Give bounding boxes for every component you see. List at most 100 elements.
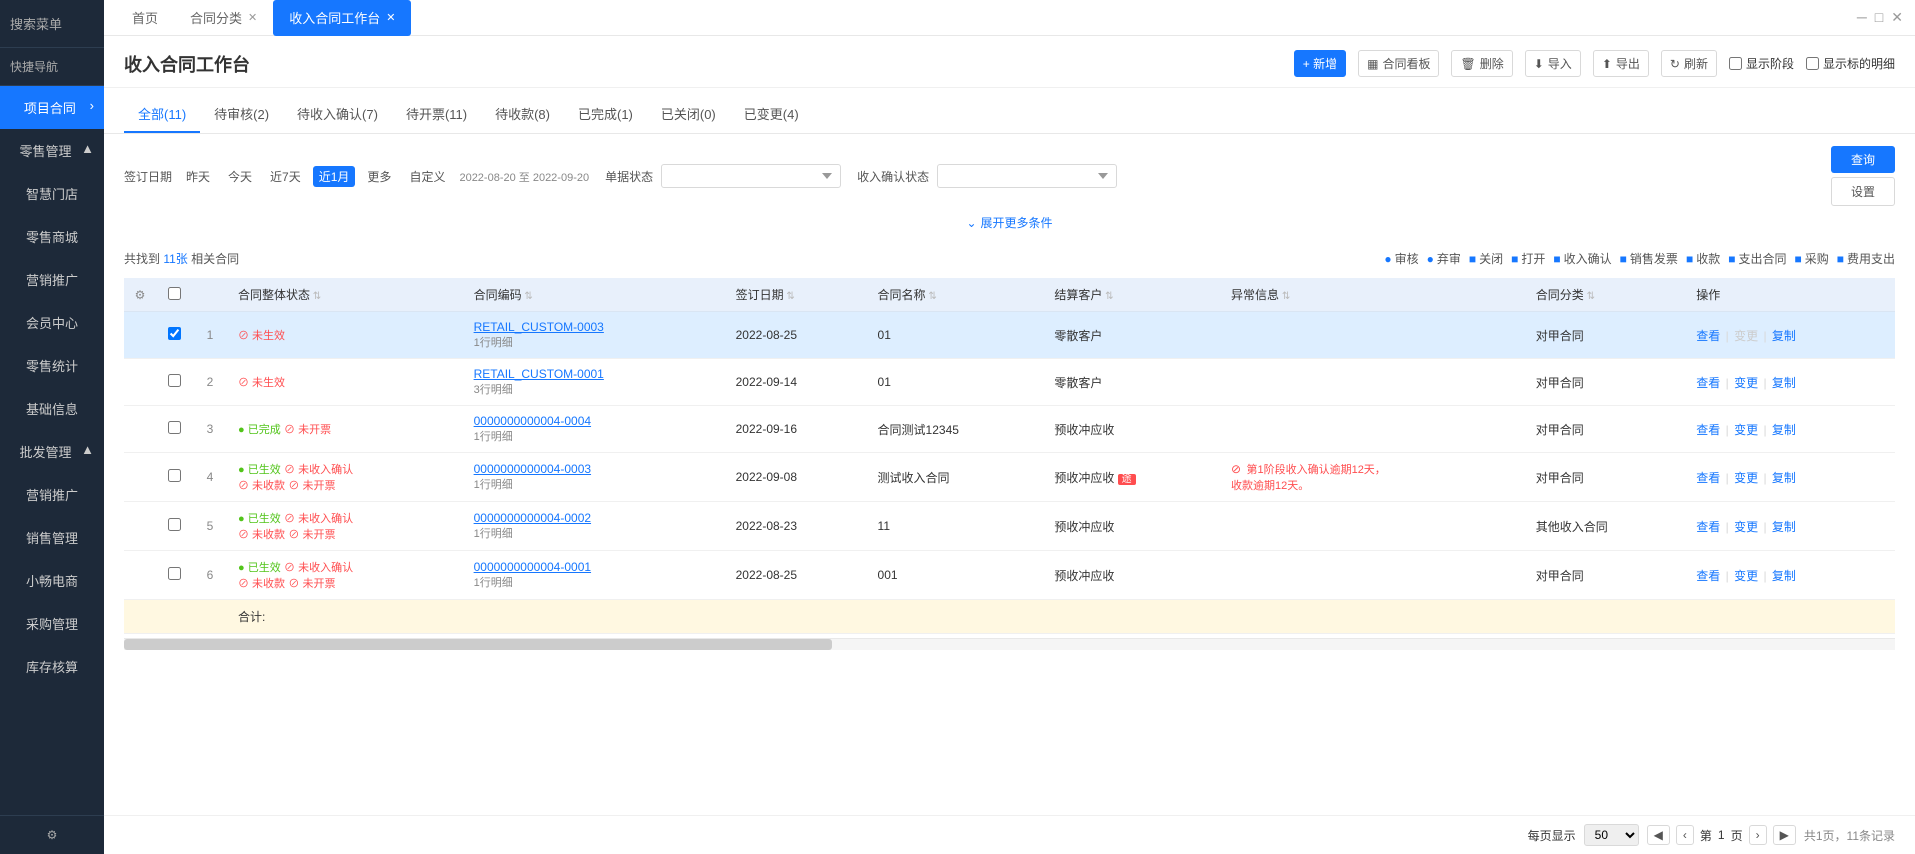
sidebar-item-member[interactable]: 会员中心 — [0, 301, 104, 344]
close-btn[interactable]: ■ 关闭 — [1469, 247, 1503, 270]
scrollbar-thumb[interactable] — [124, 639, 832, 650]
sidebar-item-wholesale[interactable]: 批发管理 ▲ — [0, 430, 104, 473]
date-option-today[interactable]: 今天 — [222, 166, 258, 187]
out-contract-btn[interactable]: ■ 支出合同 — [1728, 247, 1786, 270]
maximize-btn[interactable]: □ — [1875, 9, 1883, 26]
purchase-btn[interactable]: ■ 采购 — [1794, 247, 1828, 270]
expand-conditions-btn[interactable]: ⌄ 展开更多条件 — [966, 214, 1052, 231]
col-code[interactable]: 合同编码 — [464, 278, 726, 312]
date-option-yesterday[interactable]: 昨天 — [180, 166, 216, 187]
col-overall-status[interactable]: 合同整体状态 — [228, 278, 464, 312]
col-contract-type[interactable]: 合同分类 — [1526, 278, 1686, 312]
code-link-1[interactable]: RETAIL_CUSTOM-0003 — [474, 320, 604, 334]
row-check-5[interactable] — [168, 518, 181, 531]
filter-tab-pending-review[interactable]: 待审核(2) — [200, 96, 283, 133]
sidebar-item-retail-mall[interactable]: 零售商城 — [0, 215, 104, 258]
col-checkbox[interactable] — [156, 278, 192, 312]
col-sign-date[interactable]: 签订日期 — [726, 278, 868, 312]
show-stage-checkbox-label[interactable]: 显示阶段 — [1729, 55, 1794, 72]
abandon-btn[interactable]: ● 弃审 — [1427, 247, 1461, 270]
export-button[interactable]: ⬆ 导出 — [1593, 50, 1649, 77]
filter-tab-all[interactable]: 全部(11) — [124, 96, 200, 133]
prev-page-btn[interactable]: ‹ — [1676, 825, 1694, 845]
sales-invoice-btn[interactable]: ■ 销售发票 — [1620, 247, 1678, 270]
tab-income-workbench[interactable]: 收入合同工作台 ✕ — [273, 0, 411, 36]
row-checkbox-4[interactable] — [156, 453, 192, 502]
tab-contract-type[interactable]: 合同分类 ✕ — [174, 0, 273, 36]
query-button[interactable]: 查询 — [1831, 146, 1895, 173]
next-page-btn[interactable]: › — [1749, 825, 1767, 845]
code-link-2[interactable]: RETAIL_CUSTOM-0001 — [474, 367, 604, 381]
col-settings[interactable]: ⚙ — [124, 278, 156, 312]
code-link-6[interactable]: 0000000000004-0001 — [474, 560, 591, 574]
change-btn-5[interactable]: 变更 — [1734, 520, 1758, 534]
code-link-4[interactable]: 0000000000004-0003 — [474, 462, 591, 476]
sidebar-item-xiaochang[interactable]: 小畅电商 — [0, 559, 104, 602]
row-check-4[interactable] — [168, 469, 181, 482]
row-checkbox-3[interactable] — [156, 406, 192, 453]
sidebar-item-smart-store[interactable]: 智慧门店 — [0, 172, 104, 215]
contract-board-button[interactable]: ▦ 合同看板 — [1358, 50, 1439, 77]
show-detail-checkbox[interactable] — [1806, 57, 1819, 70]
view-btn-4[interactable]: 查看 — [1696, 471, 1720, 485]
sidebar-item-sales[interactable]: 销售管理 — [0, 516, 104, 559]
add-button[interactable]: + 新增 — [1294, 50, 1346, 77]
page-size-select[interactable]: 50 10 20 100 — [1584, 824, 1639, 846]
payment-btn[interactable]: ■ 收款 — [1686, 247, 1720, 270]
date-option-last7[interactable]: 近7天 — [264, 166, 307, 187]
expense-out-btn[interactable]: ■ 费用支出 — [1837, 247, 1895, 270]
date-option-last1month[interactable]: 近1月 — [313, 166, 356, 187]
sidebar-item-marketing[interactable]: 营销推广 — [0, 258, 104, 301]
copy-btn-2[interactable]: 复制 — [1772, 376, 1796, 390]
date-option-custom[interactable]: 自定义 — [403, 166, 451, 187]
first-page-btn[interactable]: ◀ — [1647, 825, 1670, 845]
view-btn-1[interactable]: 查看 — [1696, 329, 1720, 343]
filter-tab-completed[interactable]: 已完成(1) — [564, 96, 647, 133]
copy-btn-6[interactable]: 复制 — [1772, 569, 1796, 583]
filter-tab-pending-payment[interactable]: 待收款(8) — [481, 96, 564, 133]
sidebar-item-marketing2[interactable]: 营销推广 — [0, 473, 104, 516]
col-error-info[interactable]: 异常信息 — [1221, 278, 1526, 312]
copy-btn-3[interactable]: 复制 — [1772, 423, 1796, 437]
show-detail-checkbox-label[interactable]: 显示标的明细 — [1806, 55, 1895, 72]
row-check-1[interactable] — [168, 327, 181, 340]
income-confirm-btn[interactable]: ■ 收入确认 — [1553, 247, 1611, 270]
sidebar-item-retail[interactable]: 零售管理 ▲ — [0, 129, 104, 172]
row-checkbox-2[interactable] — [156, 359, 192, 406]
select-all-checkbox[interactable] — [168, 287, 181, 300]
last-page-btn[interactable]: ▶ — [1773, 825, 1796, 845]
sidebar-item-basic-info[interactable]: 基础信息 — [0, 387, 104, 430]
tab-home[interactable]: 首页 — [116, 0, 174, 36]
open-btn[interactable]: ■ 打开 — [1511, 247, 1545, 270]
row-checkbox-6[interactable] — [156, 551, 192, 600]
settings-button[interactable]: 设置 — [1831, 177, 1895, 206]
filter-tab-pending-confirm[interactable]: 待收入确认(7) — [283, 96, 392, 133]
filter-tab-closed[interactable]: 已关闭(0) — [647, 96, 730, 133]
row-check-6[interactable] — [168, 567, 181, 580]
tab-contract-type-close[interactable]: ✕ — [248, 11, 257, 24]
view-btn-2[interactable]: 查看 — [1696, 376, 1720, 390]
col-name[interactable]: 合同名称 — [868, 278, 1045, 312]
change-btn-3[interactable]: 变更 — [1734, 423, 1758, 437]
row-checkbox-1[interactable] — [156, 312, 192, 359]
filter-tab-pending-invoice[interactable]: 待开票(11) — [392, 96, 481, 133]
sidebar-quick-nav[interactable]: 快捷导航 — [0, 48, 104, 86]
tab-income-workbench-close[interactable]: ✕ — [386, 11, 395, 24]
horizontal-scrollbar[interactable] — [124, 638, 1895, 650]
view-btn-6[interactable]: 查看 — [1696, 569, 1720, 583]
review-btn[interactable]: ● 审核 — [1384, 247, 1418, 270]
filter-tab-changed[interactable]: 已变更(4) — [730, 96, 813, 133]
row-check-3[interactable] — [168, 421, 181, 434]
copy-btn-1[interactable]: 复制 — [1772, 329, 1796, 343]
code-link-3[interactable]: 0000000000004-0004 — [474, 414, 591, 428]
delete-button[interactable]: 🗑 删除 — [1451, 50, 1512, 77]
sidebar-item-purchase[interactable]: 采购管理 — [0, 602, 104, 645]
minimize-btn[interactable]: ─ — [1857, 9, 1867, 26]
doc-status-select[interactable] — [661, 164, 841, 188]
import-button[interactable]: ⬇ 导入 — [1525, 50, 1581, 77]
code-link-5[interactable]: 0000000000004-0002 — [474, 511, 591, 525]
income-confirm-select[interactable] — [937, 164, 1117, 188]
show-stage-checkbox[interactable] — [1729, 57, 1742, 70]
sidebar-item-retail-stat[interactable]: 零售统计 — [0, 344, 104, 387]
sidebar-item-inventory[interactable]: 库存核算 — [0, 645, 104, 688]
